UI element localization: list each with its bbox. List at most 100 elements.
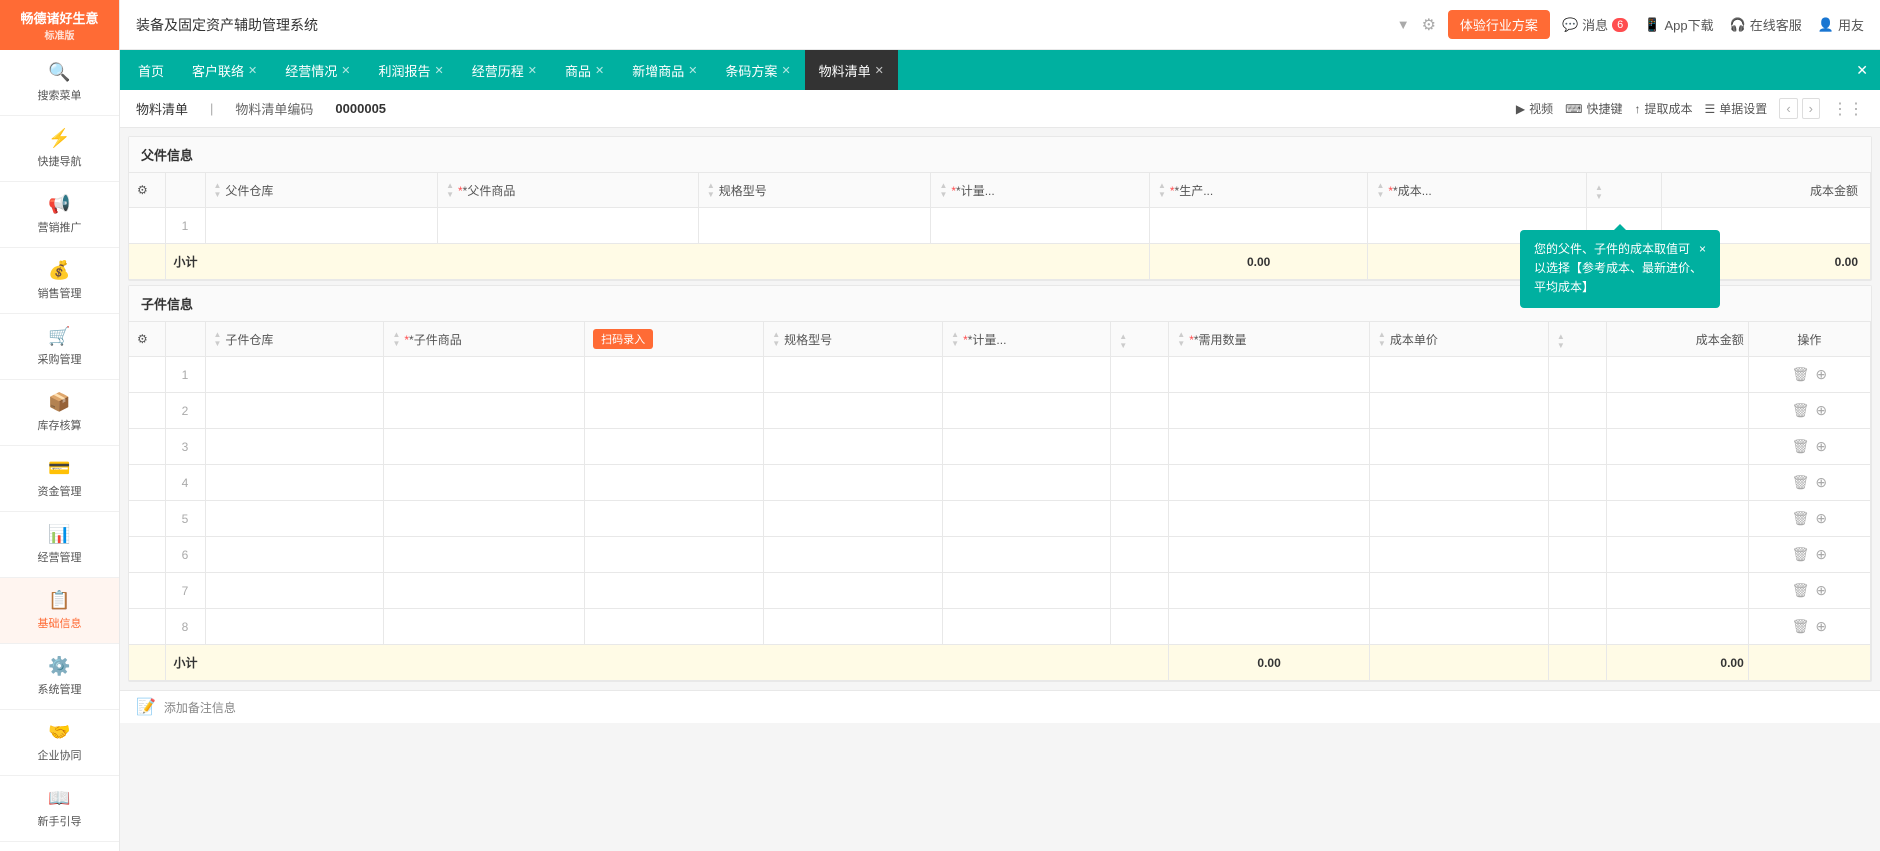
child-row-extra2-4[interactable] [1548, 501, 1606, 537]
child-row-extra2-6[interactable] [1548, 573, 1606, 609]
sidebar-item-11[interactable]: 📖新手引导 [0, 776, 119, 842]
tab-close-6[interactable]: ✕ [688, 64, 697, 77]
parent-row-warehouse[interactable] [205, 208, 438, 244]
child-row-extra2-2[interactable] [1548, 429, 1606, 465]
view-action[interactable]: ▶ 视频 [1516, 100, 1553, 117]
copy-icon-6[interactable]: ⊕ [1815, 582, 1827, 599]
child-row-spec-6[interactable] [764, 573, 943, 609]
message-action[interactable]: 💬 消息 6 [1562, 15, 1628, 34]
settings-icon[interactable]: ⚙ [1422, 15, 1436, 35]
child-row-qty-6[interactable] [1169, 573, 1370, 609]
tab-close-7[interactable]: ✕ [781, 64, 790, 77]
user-action[interactable]: 👤 用友 [1818, 15, 1864, 34]
child-row-actions-2[interactable]: 🗑 ⊕ [1748, 429, 1870, 465]
child-row-unit-cost-6[interactable] [1369, 573, 1548, 609]
tab-close-1[interactable]: ✕ [248, 64, 257, 77]
child-row-qty-7[interactable] [1169, 609, 1370, 645]
tab-close-8[interactable]: ✕ [875, 64, 884, 77]
child-row-unit-7[interactable] [943, 609, 1111, 645]
arrow-right[interactable]: › [1802, 98, 1820, 119]
child-row-amount-3[interactable] [1606, 465, 1748, 501]
delete-icon-4[interactable]: 🗑 [1792, 510, 1810, 527]
child-row-extra2-1[interactable] [1548, 393, 1606, 429]
parent-col-settings[interactable]: ⚙ [129, 173, 165, 208]
child-row-warehouse-6[interactable] [205, 573, 384, 609]
child-row-spec-7[interactable] [764, 609, 943, 645]
child-row-extra2-3[interactable] [1548, 465, 1606, 501]
child-row-actions-6[interactable]: 🗑 ⊕ [1748, 573, 1870, 609]
sidebar-item-2[interactable]: 📢营销推广 [0, 182, 119, 248]
child-row-scan-3[interactable] [585, 465, 764, 501]
single-settings-action[interactable]: ☰ 单据设置 [1705, 100, 1768, 117]
child-row-qty-3[interactable] [1169, 465, 1370, 501]
parent-row-produce[interactable] [1149, 208, 1368, 244]
nav-tab-7[interactable]: 条码方案 ✕ [711, 50, 804, 90]
child-row-actions-5[interactable]: 🗑 ⊕ [1748, 537, 1870, 573]
child-row-qty-5[interactable] [1169, 537, 1370, 573]
child-row-spec-4[interactable] [764, 501, 943, 537]
sidebar-item-9[interactable]: ⚙️系统管理 [0, 644, 119, 710]
child-row-extra-1[interactable] [1111, 393, 1169, 429]
delete-icon-2[interactable]: 🗑 [1792, 438, 1810, 455]
nav-tab-4[interactable]: 经营历程 ✕ [458, 50, 551, 90]
child-row-spec-5[interactable] [764, 537, 943, 573]
child-row-warehouse-0[interactable] [205, 357, 384, 393]
child-row-product-4[interactable] [384, 501, 585, 537]
child-row-extra-6[interactable] [1111, 573, 1169, 609]
nav-tab-0[interactable]: 首页 [124, 50, 178, 90]
delete-icon-7[interactable]: 🗑 [1792, 618, 1810, 635]
child-row-spec-1[interactable] [764, 393, 943, 429]
sidebar-item-10[interactable]: 🤝企业协同 [0, 710, 119, 776]
child-row-qty-0[interactable] [1169, 357, 1370, 393]
child-row-extra2-7[interactable] [1548, 609, 1606, 645]
child-row-amount-7[interactable] [1606, 609, 1748, 645]
child-row-actions-0[interactable]: 🗑 ⊕ [1748, 357, 1870, 393]
delete-icon-1[interactable]: 🗑 [1792, 402, 1810, 419]
child-col-settings[interactable]: ⚙ [129, 322, 165, 357]
child-row-amount-6[interactable] [1606, 573, 1748, 609]
child-row-product-3[interactable] [384, 465, 585, 501]
sidebar-item-0[interactable]: 🔍搜索菜单 [0, 50, 119, 116]
child-row-extra2-5[interactable] [1548, 537, 1606, 573]
child-row-spec-3[interactable] [764, 465, 943, 501]
child-row-product-6[interactable] [384, 573, 585, 609]
child-row-warehouse-1[interactable] [205, 393, 384, 429]
child-row-unit-4[interactable] [943, 501, 1111, 537]
sidebar-item-5[interactable]: 📦库存核算 [0, 380, 119, 446]
child-row-qty-4[interactable] [1169, 501, 1370, 537]
child-row-unit-5[interactable] [943, 537, 1111, 573]
parent-row-spec[interactable] [698, 208, 931, 244]
child-row-product-7[interactable] [384, 609, 585, 645]
child-row-unit-cost-2[interactable] [1369, 429, 1548, 465]
grid-view-icon[interactable]: ⋮⋮ [1832, 99, 1864, 119]
nav-tab-5[interactable]: 商品 ✕ [551, 50, 618, 90]
child-row-extra-3[interactable] [1111, 465, 1169, 501]
child-row-actions-7[interactable]: 🗑 ⊕ [1748, 609, 1870, 645]
child-row-amount-1[interactable] [1606, 393, 1748, 429]
nav-tab-2[interactable]: 经营情况 ✕ [271, 50, 364, 90]
child-row-product-2[interactable] [384, 429, 585, 465]
child-row-unit-3[interactable] [943, 465, 1111, 501]
delete-icon-3[interactable]: 🗑 [1792, 474, 1810, 491]
bottom-hint[interactable]: 添加备注信息 [164, 699, 236, 716]
child-row-scan-1[interactable] [585, 393, 764, 429]
child-row-unit-0[interactable] [943, 357, 1111, 393]
child-row-unit-cost-4[interactable] [1369, 501, 1548, 537]
child-row-unit-cost-3[interactable] [1369, 465, 1548, 501]
copy-icon-7[interactable]: ⊕ [1815, 618, 1827, 635]
online-service-action[interactable]: 🎧 在线客服 [1730, 15, 1802, 34]
child-row-extra2-0[interactable] [1548, 357, 1606, 393]
copy-icon-1[interactable]: ⊕ [1815, 402, 1827, 419]
nav-tab-8[interactable]: 物料清单 ✕ [805, 50, 898, 90]
child-row-amount-2[interactable] [1606, 429, 1748, 465]
copy-icon-3[interactable]: ⊕ [1815, 474, 1827, 491]
child-row-scan-0[interactable] [585, 357, 764, 393]
copy-icon-4[interactable]: ⊕ [1815, 510, 1827, 527]
child-row-unit-cost-7[interactable] [1369, 609, 1548, 645]
child-row-amount-0[interactable] [1606, 357, 1748, 393]
parent-row-unit[interactable] [931, 208, 1150, 244]
extract-cost-action[interactable]: ↑ 提取成本 [1635, 100, 1693, 117]
child-row-warehouse-4[interactable] [205, 501, 384, 537]
child-row-spec-2[interactable] [764, 429, 943, 465]
trial-btn[interactable]: 体验行业方案 [1448, 10, 1550, 39]
